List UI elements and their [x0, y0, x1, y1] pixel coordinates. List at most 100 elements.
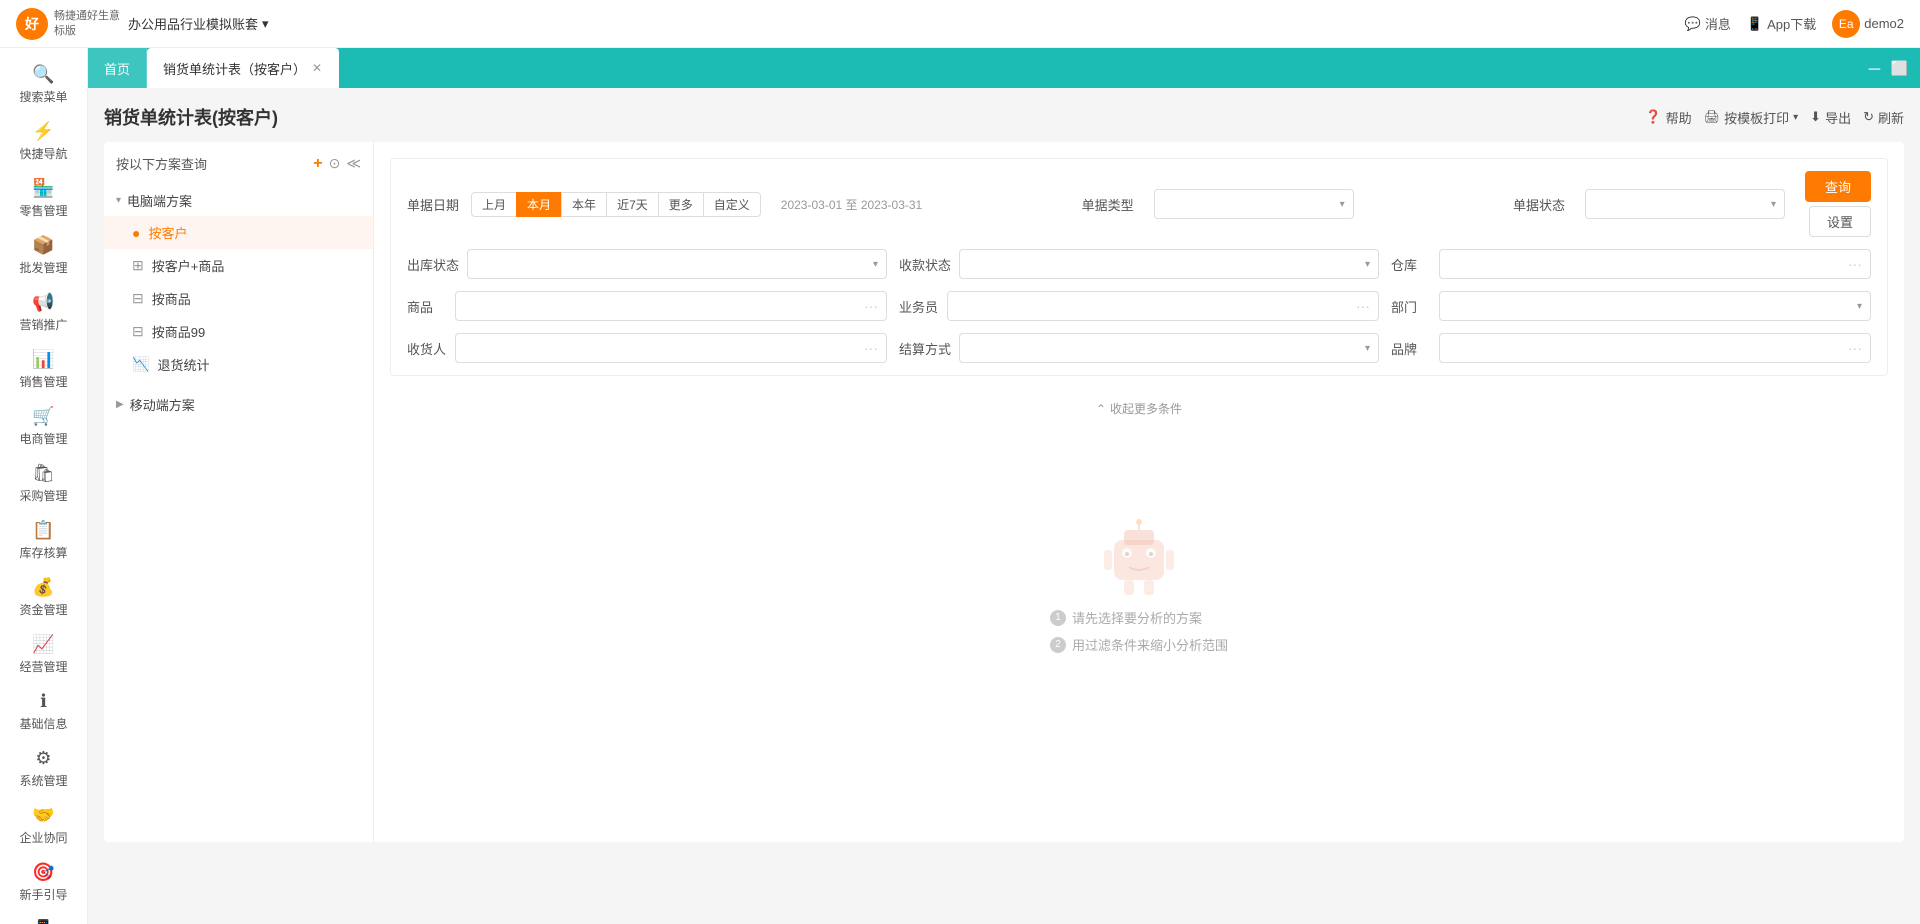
print-button[interactable]: 🖨 按模板打印 ▾: [1704, 108, 1799, 127]
industry-selector[interactable]: 办公用品行业模拟账套 ▾: [128, 14, 269, 33]
content-layout: 按以下方案查询 + ⊙ ≪ ▾ 电脑端方案 ●: [104, 142, 1904, 842]
date-tab-more[interactable]: 更多: [658, 192, 703, 217]
sidebar-item-system[interactable]: ⚙ 系统管理: [0, 740, 87, 797]
export-button[interactable]: ⬇ 导出: [1810, 108, 1851, 127]
sidebar: 🔍 搜索菜单 ⚡ 快捷导航 🏪 零售管理 📦 批发管理 📢 营销推广 📊 销售管…: [0, 48, 88, 924]
scheme-item-goods-99[interactable]: ⊟ 按商品99: [104, 315, 373, 348]
refresh-button[interactable]: ↻ 刷新: [1863, 108, 1904, 127]
sidebar-item-sales[interactable]: 📊 销售管理: [0, 341, 87, 398]
date-tab-custom[interactable]: 自定义: [703, 192, 761, 217]
app-download-button[interactable]: 📱 App下载: [1747, 14, 1816, 33]
print-icon: 🖨: [1704, 109, 1721, 125]
page-header: 销货单统计表(按客户) ❓ 帮助 🖨 按模板打印 ▾ ⬇ 导出 ↻ 刷新: [104, 104, 1904, 130]
help-icon: ❓: [1645, 109, 1661, 125]
delivery-label: 出库状态: [407, 255, 459, 274]
marketing-icon: 📢: [32, 292, 54, 313]
sidebar-item-quick-nav[interactable]: ⚡ 快捷导航: [0, 113, 87, 170]
sidebar-item-ecommerce[interactable]: 🛒 电商管理: [0, 398, 87, 455]
goods-label: 商品: [407, 297, 447, 316]
empty-illustration: [1089, 505, 1189, 608]
scheme-item-customer-goods[interactable]: ⊞ 按客户+商品: [104, 249, 373, 282]
right-panel: 单据日期 上月 本月 本年 近7天 更多 自定义 2023-03-01 至 20…: [374, 142, 1904, 842]
goods-select[interactable]: ···: [455, 291, 887, 321]
pc-scheme-group-header[interactable]: ▾ 电脑端方案: [104, 185, 373, 216]
salesperson-field: 业务员 ···: [899, 291, 1379, 321]
collapse-arrow-icon: ⌃: [1096, 402, 1106, 416]
doc-type-arrow-icon: ▾: [1340, 199, 1345, 210]
left-panel: 按以下方案查询 + ⊙ ≪ ▾ 电脑端方案 ●: [104, 142, 374, 842]
download-icon: 📱: [1747, 16, 1763, 32]
collapse-panel-button[interactable]: ≪: [346, 155, 361, 172]
search-icon: 🔍: [32, 64, 54, 85]
sidebar-item-marketing[interactable]: 📢 营销推广: [0, 284, 87, 341]
sidebar-item-collab[interactable]: 🤝 企业协同: [0, 797, 87, 854]
mobile-group-label: 移动端方案: [130, 395, 195, 414]
warehouse-select[interactable]: ···: [1439, 249, 1871, 279]
tab-minimize-icon[interactable]: －: [1867, 56, 1883, 80]
top-bar-right: 💬 消息 📱 App下载 Ea demo2: [1685, 10, 1904, 38]
chevron-down-icon: ▾: [262, 16, 269, 32]
sidebar-item-operation[interactable]: 📈 经营管理: [0, 626, 87, 683]
filter-row-3: 商品 ··· 业务员 ···: [407, 291, 1871, 321]
ecommerce-icon: 🛒: [32, 406, 54, 427]
sidebar-item-search[interactable]: 🔍 搜索菜单: [0, 56, 87, 113]
mobile-scheme-group-header[interactable]: ▶ 移动端方案: [104, 389, 373, 420]
recipient-select[interactable]: ···: [455, 333, 887, 363]
help-button[interactable]: ❓ 帮助: [1645, 108, 1691, 127]
collapse-bar[interactable]: ⌃ 收起更多条件: [390, 392, 1888, 425]
return-stats-icon: 📉: [132, 356, 149, 373]
query-button[interactable]: 查询: [1805, 171, 1871, 202]
doc-status-select[interactable]: ▾: [1585, 189, 1785, 219]
quick-nav-icon: ⚡: [32, 121, 54, 142]
customer-goods-icon: ⊞: [132, 257, 144, 274]
sidebar-item-inventory[interactable]: 📋 库存核算: [0, 512, 87, 569]
sidebar-item-appcenter[interactable]: 📱 应用中心: [0, 911, 87, 924]
header-actions: ❓ 帮助 🖨 按模板打印 ▾ ⬇ 导出 ↻ 刷新: [1645, 108, 1904, 127]
add-scheme-button[interactable]: +: [313, 155, 322, 173]
goods-icon: ⊟: [132, 290, 144, 307]
date-tab-this-month[interactable]: 本月: [516, 192, 561, 217]
recipient-label: 收货人: [407, 339, 447, 358]
brand-select[interactable]: ···: [1439, 333, 1871, 363]
settings-button[interactable]: 设置: [1809, 206, 1871, 237]
pc-scheme-group: ▾ 电脑端方案 ● 按客户 ⊞ 按客户+商品 ⊟ 按商品: [104, 181, 373, 385]
payment-select[interactable]: ▾: [959, 249, 1379, 279]
tip-num-2: 2: [1050, 637, 1066, 653]
sidebar-item-basicinfo[interactable]: ℹ 基础信息: [0, 683, 87, 740]
scheme-item-by-goods[interactable]: ⊟ 按商品: [104, 282, 373, 315]
logo-area: 好 畅捷通好生意 标版: [16, 8, 120, 40]
collab-icon: 🤝: [32, 805, 54, 826]
user-menu[interactable]: Ea demo2: [1832, 10, 1904, 38]
department-select[interactable]: ▾: [1439, 291, 1871, 321]
tab-maximize-icon[interactable]: ⬜: [1891, 60, 1908, 77]
payment-label: 收款状态: [899, 255, 951, 274]
left-panel-actions: + ⊙ ≪: [313, 155, 361, 173]
tab-home[interactable]: 首页: [88, 48, 147, 88]
empty-tip-1: 1 请先选择要分析的方案: [1050, 608, 1228, 627]
doc-status-label: 单据状态: [1513, 195, 1573, 214]
refresh-icon: ↻: [1863, 109, 1874, 125]
date-label: 单据日期: [407, 195, 459, 214]
scheme-settings-button[interactable]: ⊙: [329, 155, 341, 172]
sidebar-item-purchase[interactable]: 🛍 采购管理: [0, 455, 87, 512]
doc-type-select[interactable]: ▾: [1154, 189, 1354, 219]
settlement-select[interactable]: ▾: [959, 333, 1379, 363]
sidebar-item-newbie[interactable]: 🎯 新手引导: [0, 854, 87, 911]
date-tabs: 上月 本月 本年 近7天 更多 自定义: [471, 192, 761, 217]
payment-field: 收款状态 ▾: [899, 249, 1379, 279]
sidebar-item-finance[interactable]: 💰 资金管理: [0, 569, 87, 626]
salesperson-select[interactable]: ···: [947, 291, 1379, 321]
date-tab-this-year[interactable]: 本年: [561, 192, 606, 217]
sidebar-item-wholesale[interactable]: 📦 批发管理: [0, 227, 87, 284]
salesperson-label: 业务员: [899, 297, 939, 316]
date-tab-last-month[interactable]: 上月: [471, 192, 516, 217]
delivery-select[interactable]: ▾: [467, 249, 887, 279]
mobile-scheme-group: ▶ 移动端方案: [104, 385, 373, 424]
date-tab-last-7[interactable]: 近7天: [606, 192, 658, 217]
sidebar-item-retail[interactable]: 🏪 零售管理: [0, 170, 87, 227]
tab-close-icon[interactable]: ✕: [312, 61, 322, 75]
message-button[interactable]: 💬 消息: [1685, 14, 1731, 33]
scheme-item-return-stats[interactable]: 📉 退货统计: [104, 348, 373, 381]
tab-sales-stats[interactable]: 销货单统计表（按客户） ✕: [147, 48, 339, 88]
scheme-item-by-customer[interactable]: ● 按客户: [104, 216, 373, 249]
